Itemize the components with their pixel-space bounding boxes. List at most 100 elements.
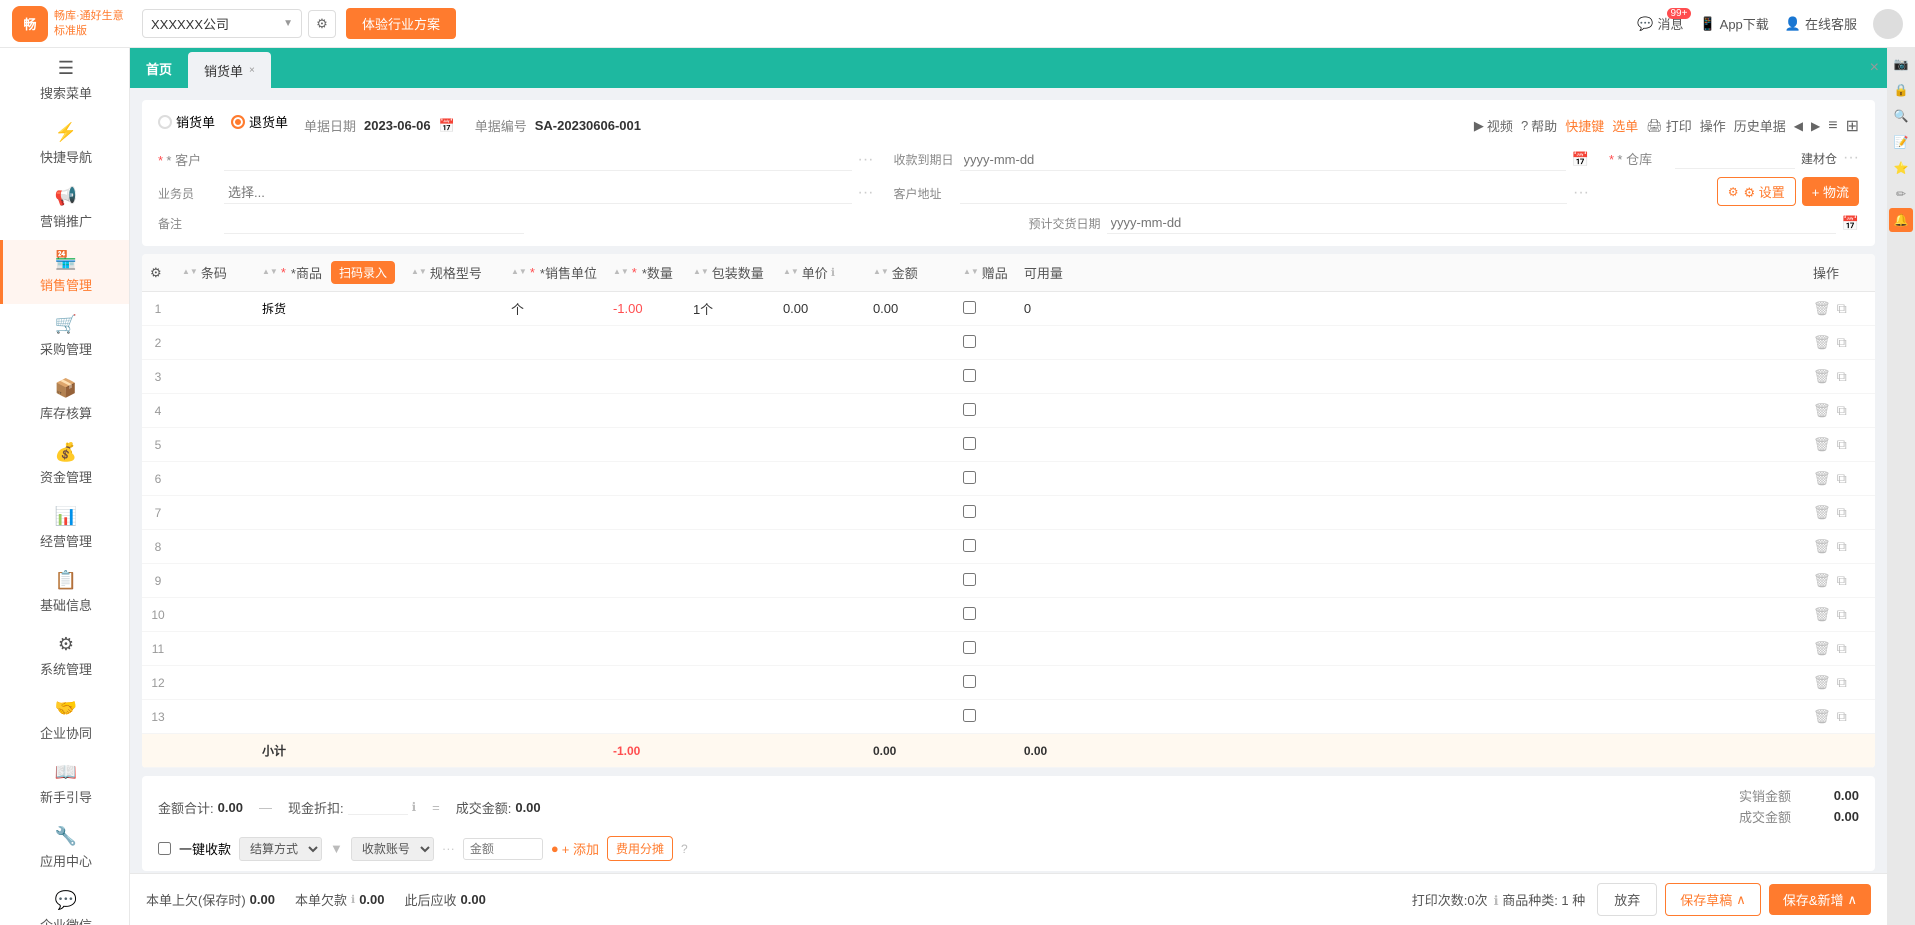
price-info-icon[interactable]: ℹ: [831, 266, 835, 279]
row-product[interactable]: [254, 632, 403, 666]
row-pack-qty[interactable]: 1个: [685, 292, 775, 326]
spec-sort-icon[interactable]: ▲▼: [411, 269, 427, 275]
select-btn[interactable]: 选单: [1612, 116, 1638, 135]
delete-row-icon[interactable]: 🗑: [1813, 538, 1831, 555]
right-panel-camera-icon[interactable]: 📷: [1889, 52, 1913, 76]
row-quantity[interactable]: [605, 632, 685, 666]
row-unit[interactable]: [503, 598, 605, 632]
row-quantity[interactable]: [605, 360, 685, 394]
row-gift[interactable]: [955, 394, 1016, 428]
row-pack-qty[interactable]: [685, 326, 775, 360]
row-barcode[interactable]: [174, 598, 254, 632]
trial-button[interactable]: 体验行业方案: [346, 8, 456, 39]
list-view-icon[interactable]: ≡: [1828, 117, 1837, 135]
sidebar-item-quick-nav[interactable]: ⚡ 快捷导航: [0, 112, 129, 176]
print-btn[interactable]: 🖨 打印: [1646, 116, 1692, 135]
copy-row-icon[interactable]: ⧉: [1837, 572, 1847, 589]
row-product[interactable]: [254, 598, 403, 632]
row-unit-price[interactable]: [775, 632, 865, 666]
row-gift[interactable]: [955, 530, 1016, 564]
video-btn[interactable]: ▶ 视频: [1474, 116, 1513, 135]
copy-row-icon[interactable]: ⧉: [1837, 470, 1847, 487]
row-amount[interactable]: [865, 564, 955, 598]
sidebar-item-guide[interactable]: 📖 新手引导: [0, 752, 129, 816]
row-unit-price[interactable]: [775, 564, 865, 598]
staff-dots-icon[interactable]: ···: [858, 184, 874, 202]
row-unit-price[interactable]: [775, 462, 865, 496]
row-gift[interactable]: [955, 428, 1016, 462]
row-barcode[interactable]: [174, 360, 254, 394]
copy-row-icon[interactable]: ⧉: [1837, 640, 1847, 657]
warehouse-input[interactable]: [1675, 147, 1795, 169]
row-unit[interactable]: [503, 462, 605, 496]
row-spec[interactable]: [403, 394, 503, 428]
row-unit-price[interactable]: [775, 598, 865, 632]
sidebar-item-sales[interactable]: 🏪 销售管理: [0, 240, 129, 304]
row-pack-qty[interactable]: [685, 462, 775, 496]
row-unit-price[interactable]: [775, 428, 865, 462]
delete-row-icon[interactable]: 🗑: [1813, 606, 1831, 623]
row-gift[interactable]: [955, 564, 1016, 598]
row-spec[interactable]: [403, 632, 503, 666]
row-unit-price[interactable]: [775, 530, 865, 564]
settlement-method-select[interactable]: 结算方式: [239, 837, 322, 861]
row-spec[interactable]: [403, 496, 503, 530]
delete-row-icon[interactable]: 🗑: [1813, 470, 1831, 487]
settlement-method-dropdown[interactable]: ▼: [330, 841, 343, 856]
row-amount[interactable]: [865, 462, 955, 496]
row-unit-price[interactable]: 0.00: [775, 292, 865, 326]
shortcut-btn[interactable]: 快捷键: [1565, 116, 1604, 135]
copy-row-icon[interactable]: ⧉: [1837, 334, 1847, 351]
row-pack-qty[interactable]: [685, 496, 775, 530]
row-spec[interactable]: [403, 666, 503, 700]
row-spec[interactable]: [403, 292, 503, 326]
message-button[interactable]: 💬 消息 99+: [1637, 14, 1683, 33]
addr-dots-icon[interactable]: ···: [1573, 184, 1589, 202]
discount-info-icon[interactable]: ℹ: [412, 800, 417, 814]
row-pack-qty[interactable]: [685, 598, 775, 632]
expense-split-button[interactable]: 费用分摊: [607, 836, 673, 861]
row-pack-qty[interactable]: [685, 632, 775, 666]
delete-row-icon[interactable]: 🗑: [1813, 640, 1831, 657]
row-pack-qty[interactable]: [685, 530, 775, 564]
sidebar-item-basic-info[interactable]: 📋 基础信息: [0, 560, 129, 624]
delete-row-icon[interactable]: 🗑: [1813, 334, 1831, 351]
row-barcode[interactable]: [174, 326, 254, 360]
row-amount[interactable]: [865, 700, 955, 734]
row-barcode[interactable]: [174, 530, 254, 564]
row-amount[interactable]: [865, 598, 955, 632]
row-quantity[interactable]: [605, 564, 685, 598]
row-amount[interactable]: [865, 394, 955, 428]
row-unit-price[interactable]: [775, 394, 865, 428]
warehouse-dots-icon[interactable]: ···: [1843, 149, 1859, 167]
row-unit[interactable]: [503, 360, 605, 394]
unit-sort-icon[interactable]: ▲▼: [511, 269, 527, 275]
copy-row-icon[interactable]: ⧉: [1837, 674, 1847, 691]
note-input[interactable]: [224, 212, 524, 234]
row-quantity[interactable]: [605, 700, 685, 734]
row-spec[interactable]: [403, 360, 503, 394]
history-btn[interactable]: 历史单据: [1734, 116, 1786, 135]
row-gift[interactable]: [955, 496, 1016, 530]
row-barcode[interactable]: [174, 666, 254, 700]
payment-due-input[interactable]: [960, 149, 1566, 171]
copy-row-icon[interactable]: ⧉: [1837, 708, 1847, 725]
total-owed-info-icon[interactable]: ℹ: [351, 893, 355, 906]
delete-row-icon[interactable]: 🗑: [1813, 708, 1831, 725]
row-quantity[interactable]: [605, 394, 685, 428]
qty-sort-icon[interactable]: ▲▼: [613, 269, 629, 275]
row-barcode[interactable]: [174, 700, 254, 734]
row-pack-qty[interactable]: [685, 666, 775, 700]
calendar2-icon[interactable]: 📅: [1572, 151, 1589, 168]
calendar3-icon[interactable]: 📅: [1842, 215, 1859, 232]
copy-row-icon[interactable]: ⧉: [1837, 504, 1847, 521]
amount-input[interactable]: [463, 838, 543, 860]
row-product[interactable]: [254, 700, 403, 734]
row-barcode[interactable]: [174, 462, 254, 496]
row-quantity[interactable]: [605, 496, 685, 530]
tab-sales-order[interactable]: 销货单 ×: [188, 52, 271, 88]
delete-row-icon[interactable]: 🗑: [1813, 674, 1831, 691]
product-types-icon[interactable]: ℹ: [1494, 893, 1499, 908]
row-gift[interactable]: [955, 632, 1016, 666]
row-amount[interactable]: [865, 428, 955, 462]
